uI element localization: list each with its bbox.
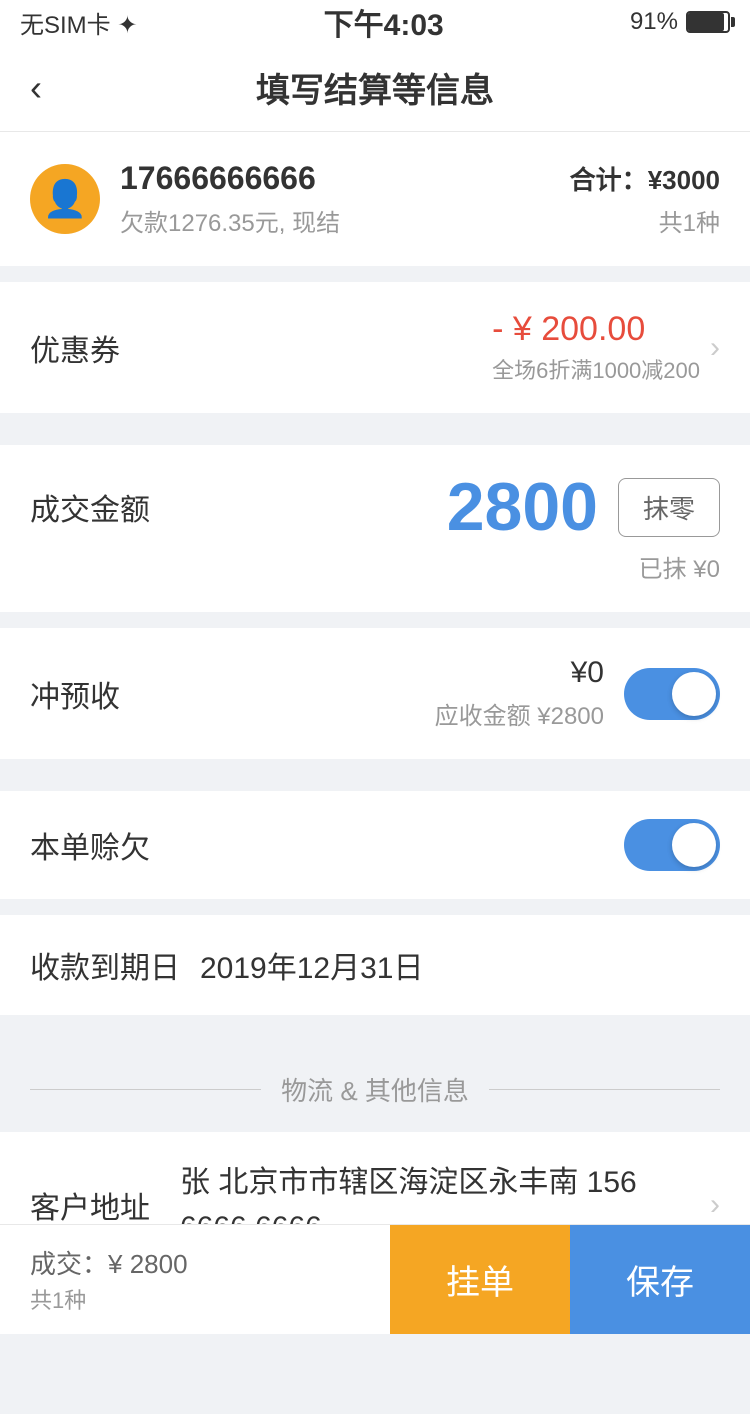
total-count: 共1种 [570,203,720,238]
bottom-bar: 成交：¥ 2800 共1种 挂单 保存 [0,1224,750,1334]
deal-amount-value: 2800 [447,473,598,541]
section-separator-2 [0,775,750,791]
divider-text: 物流 & 其他信息 [281,1071,469,1108]
deal-sub-text: 已抹 ¥0 [30,549,720,584]
prepay-section: 冲预收 ¥0 应收金额 ¥2800 [0,628,750,759]
due-date-value: 2019年12月31日 [200,943,423,987]
status-time: 下午4:03 [324,0,444,44]
prepay-row: 冲预收 ¥0 应收金额 ¥2800 [30,656,720,731]
battery-percent: 91% [630,8,678,36]
due-date-label: 收款到期日 [30,943,180,987]
round-zero-button[interactable]: 抹零 [618,478,720,537]
status-bar: 无SIM卡 ✦ 下午4:03 91% [0,0,750,44]
bottom-count: 共1种 [30,1283,360,1315]
divider-line-right [489,1089,720,1090]
deferred-toggle[interactable] [624,819,720,871]
toggle-knob [672,672,716,716]
section-separator-3 [0,1031,750,1047]
customer-info: 17666666666 欠款1276.35元, 现结 [120,160,340,238]
total-amount: ¥3000 [648,165,720,195]
hold-button[interactable]: 挂单 [390,1225,570,1334]
logistics-divider: 物流 & 其他信息 [0,1047,750,1132]
coupon-desc: 全场6折满1000减200 [492,353,700,385]
address-label: 客户地址 [30,1183,150,1227]
bottom-summary: 成交：¥ 2800 共1种 [0,1225,390,1334]
bottom-deal-amount: ¥ 2800 [108,1249,188,1279]
address-chevron-icon: › [710,1188,720,1222]
divider-line-left [30,1089,261,1090]
coupon-amount: - ¥ 200.00 [492,310,700,349]
sim-status: 无SIM卡 ✦ [20,5,137,40]
coupon-label: 优惠券 [30,326,120,370]
deferred-toggle-knob [672,823,716,867]
prepay-toggle[interactable] [624,668,720,720]
prepay-amount: ¥0 [435,656,604,690]
address-right: › [710,1188,720,1222]
bottom-deal-label-text: 成交： [30,1249,108,1279]
total-label: 合计：¥3000 [570,160,720,197]
prepay-amount-block: ¥0 应收金额 ¥2800 [435,656,604,731]
page-title: 填写结算等信息 [90,63,660,112]
nav-bar: ‹ 填写结算等信息 [0,44,750,132]
coupon-row[interactable]: 优惠券 - ¥ 200.00 全场6折满1000减200 › [0,282,750,413]
customer-card: 👤 17666666666 欠款1276.35元, 现结 合计：¥3000 共1… [0,132,750,266]
section-separator-1 [0,429,750,445]
deal-label: 成交金额 [30,485,150,529]
customer-sub-text: 欠款1276.35元, 现结 [120,203,340,238]
customer-right: 合计：¥3000 共1种 [570,160,720,238]
deferred-label: 本单赊欠 [30,823,150,867]
battery-fill [688,13,724,31]
deal-amount-section: 成交金额 2800 抹零 已抹 ¥0 [0,445,750,612]
coupon-right: - ¥ 200.00 全场6折满1000减200 › [492,310,720,385]
status-left: 无SIM卡 ✦ [20,5,137,40]
avatar: 👤 [30,164,100,234]
prepay-right: ¥0 应收金额 ¥2800 [435,656,720,731]
customer-phone: 17666666666 [120,160,340,197]
main-content: 👤 17666666666 欠款1276.35元, 现结 合计：¥3000 共1… [0,132,750,1414]
status-right: 91% [630,8,730,36]
deal-amount-wrap: 2800 抹零 [447,473,720,541]
prepay-sub-text: 应收金额 ¥2800 [435,696,604,731]
back-button[interactable]: ‹ [30,67,90,109]
customer-left: 👤 17666666666 欠款1276.35元, 现结 [30,160,340,238]
bottom-deal-label: 成交：¥ 2800 [30,1244,360,1281]
deferred-section: 本单赊欠 [0,791,750,899]
due-date-section: 收款到期日 2019年12月31日 [0,915,750,1015]
save-button[interactable]: 保存 [570,1225,750,1334]
total-label-text: 合计： [570,165,648,195]
coupon-info: - ¥ 200.00 全场6折满1000减200 [492,310,700,385]
battery-icon [686,11,730,33]
deal-row: 成交金额 2800 抹零 [30,473,720,541]
coupon-chevron-icon: › [710,331,720,365]
prepay-label: 冲预收 [30,672,120,716]
